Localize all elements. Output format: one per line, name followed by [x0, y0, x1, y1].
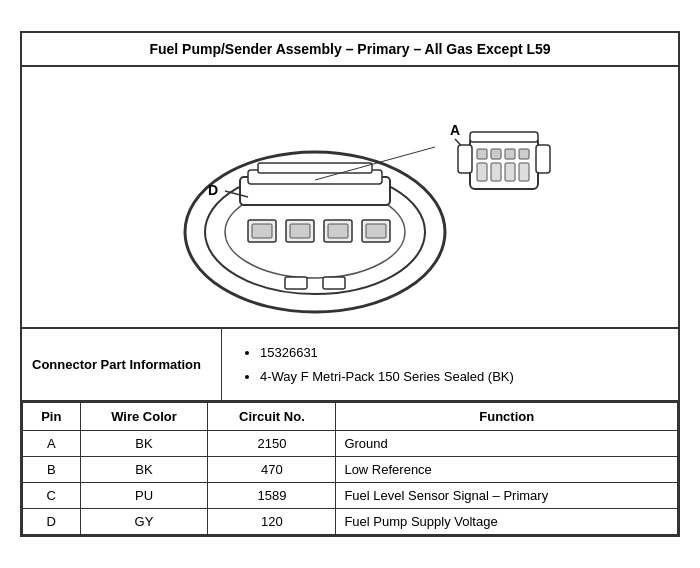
cell-circuit-no: 120 [208, 508, 336, 534]
cell-circuit-no: 2150 [208, 430, 336, 456]
connector-part-list: 153266314-Way F Metri-Pack 150 Series Se… [242, 341, 514, 388]
svg-rect-20 [458, 145, 472, 173]
info-section: Connector Part Information 153266314-Way… [22, 329, 678, 401]
cell-circuit-no: 470 [208, 456, 336, 482]
cell-wire-color: BK [80, 430, 208, 456]
col-wire-color: Wire Color [80, 402, 208, 431]
svg-rect-25 [519, 149, 529, 159]
svg-rect-14 [285, 277, 307, 289]
table-body: ABK2150GroundBBK470Low ReferenceCPU1589F… [23, 430, 678, 534]
svg-rect-13 [366, 224, 386, 238]
svg-rect-29 [519, 163, 529, 181]
svg-rect-15 [323, 277, 345, 289]
cell-function: Fuel Pump Supply Voltage [336, 508, 678, 534]
svg-rect-11 [328, 224, 348, 238]
table-header: Pin Wire Color Circuit No. Function [23, 402, 678, 431]
cell-pin: D [23, 508, 81, 534]
svg-rect-28 [505, 163, 515, 181]
svg-rect-9 [290, 224, 310, 238]
svg-rect-19 [470, 132, 538, 142]
cell-wire-color: PU [80, 482, 208, 508]
connector-part-label: Connector Part Information [22, 329, 222, 400]
page-title: Fuel Pump/Sender Assembly – Primary – Al… [22, 33, 678, 67]
cell-function: Low Reference [336, 456, 678, 482]
cell-pin: A [23, 430, 81, 456]
table-row: CPU1589Fuel Level Sensor Signal – Primar… [23, 482, 678, 508]
cell-wire-color: BK [80, 456, 208, 482]
cell-wire-color: GY [80, 508, 208, 534]
col-function: Function [336, 402, 678, 431]
connector-part-item: 4-Way F Metri-Pack 150 Series Sealed (BK… [260, 365, 514, 388]
svg-rect-5 [258, 163, 372, 173]
table-row: ABK2150Ground [23, 430, 678, 456]
cell-circuit-no: 1589 [208, 482, 336, 508]
pin-table: Pin Wire Color Circuit No. Function ABK2… [22, 401, 678, 535]
cell-pin: C [23, 482, 81, 508]
svg-rect-7 [252, 224, 272, 238]
table-row: BBK470Low Reference [23, 456, 678, 482]
connector-part-item: 15326631 [260, 341, 514, 364]
diagram-area: D A [22, 67, 678, 329]
cell-function: Ground [336, 430, 678, 456]
connector-part-details: 153266314-Way F Metri-Pack 150 Series Se… [222, 329, 534, 400]
table-row: DGY120Fuel Pump Supply Voltage [23, 508, 678, 534]
svg-rect-26 [477, 163, 487, 181]
cell-pin: B [23, 456, 81, 482]
table-header-row: Pin Wire Color Circuit No. Function [23, 402, 678, 431]
cell-function: Fuel Level Sensor Signal – Primary [336, 482, 678, 508]
svg-rect-23 [491, 149, 501, 159]
svg-rect-22 [477, 149, 487, 159]
svg-rect-21 [536, 145, 550, 173]
col-circuit-no: Circuit No. [208, 402, 336, 431]
connector-diagram: D A [140, 77, 560, 317]
svg-rect-27 [491, 163, 501, 181]
col-pin: Pin [23, 402, 81, 431]
label-d: D [208, 182, 218, 198]
main-container: Fuel Pump/Sender Assembly – Primary – Al… [20, 31, 680, 537]
label-a: A [450, 122, 460, 138]
svg-rect-24 [505, 149, 515, 159]
